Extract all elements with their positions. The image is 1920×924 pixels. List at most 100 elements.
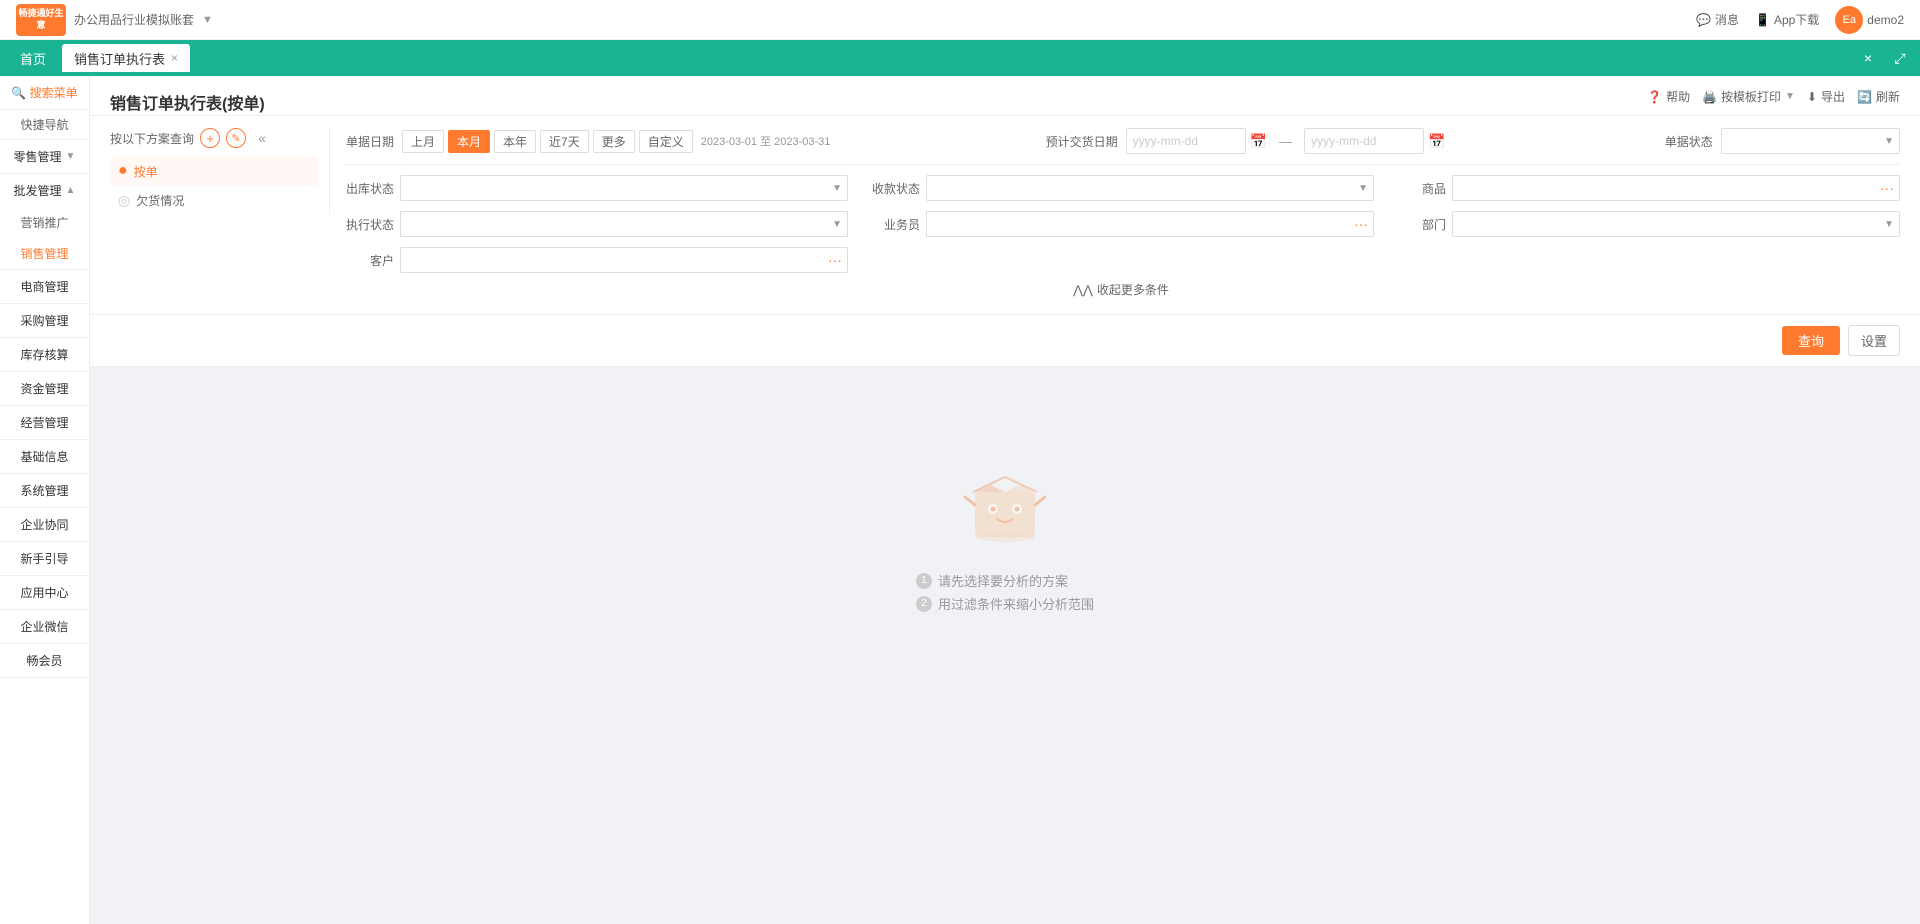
logo[interactable]: 畅捷通好生意 <box>16 4 66 36</box>
wholesale-arrow-icon: ▲ <box>66 185 76 196</box>
sidebar-section-inventory: 库存核算 <box>0 338 89 372</box>
export-button[interactable]: ⬇ 导出 <box>1807 88 1845 105</box>
salesperson-input-wrap: ··· <box>926 211 1374 237</box>
retail-arrow-icon: ▼ <box>66 151 76 162</box>
header-right: 💬 消息 📱 App下载 Ea demo2 <box>1696 6 1904 34</box>
expected-date-end-input[interactable] <box>1304 128 1424 154</box>
goods-label: 商品 <box>1394 180 1446 197</box>
sidebar-item-appstore[interactable]: 应用中心 <box>0 576 89 609</box>
message-icon: 💬 <box>1696 13 1711 27</box>
sidebar-item-basic[interactable]: 基础信息 <box>0 440 89 473</box>
customer-input[interactable] <box>400 247 848 273</box>
sidebar-item-ecommerce[interactable]: 电商管理 <box>0 270 89 303</box>
collapse-sidebar-button[interactable]: « <box>252 128 272 148</box>
tab-home[interactable]: 首页 <box>8 44 58 72</box>
sidebar-item-system[interactable]: 系统管理 <box>0 474 89 507</box>
customer-label: 客户 <box>342 252 394 269</box>
sidebar-item-finance[interactable]: 资金管理 <box>0 372 89 405</box>
date-btn-last-month[interactable]: 上月 <box>402 130 444 153</box>
date-btn-more[interactable]: 更多 <box>593 130 635 153</box>
goods-input[interactable] <box>1452 175 1900 201</box>
customer-more-icon[interactable]: ··· <box>828 252 842 268</box>
department-wrap: ▼ <box>1452 211 1900 237</box>
search-button[interactable]: 查询 <box>1782 326 1840 355</box>
empty-tips: 1 请先选择要分析的方案 2 用过滤条件来缩小分析范围 <box>916 567 1094 617</box>
sidebar-section-retail-header[interactable]: 零售管理 ▼ <box>0 140 89 173</box>
filter-goods: 商品 ··· <box>1394 175 1900 201</box>
sidebar-item-wechat[interactable]: 企业微信 <box>0 610 89 643</box>
filter-payment-status: 收款状态 ▼ <box>868 175 1374 201</box>
expected-date-start-input[interactable] <box>1126 128 1246 154</box>
setting-button[interactable]: 设置 <box>1848 325 1900 356</box>
refresh-icon: 🔄 <box>1857 90 1872 104</box>
sidebar-item-quick-nav[interactable]: 快捷导航 <box>0 110 89 140</box>
page-actions: ❓ 帮助 🖨️ 按模板打印 ▼ ⬇ 导出 🔄 刷新 <box>1647 88 1900 115</box>
sidebar-section-wholesale-header[interactable]: 批发管理 ▲ <box>0 174 89 207</box>
tab-sales-order[interactable]: 销售订单执行表 × <box>62 44 190 72</box>
sidebar-item-newbie[interactable]: 新手引导 <box>0 542 89 575</box>
sidebar-section-newbie: 新手引导 <box>0 542 89 576</box>
sidebar-search[interactable]: 🔍 搜索菜单 <box>0 76 89 110</box>
filter-grid: 出库状态 ▼ 收款状态 <box>342 175 1900 273</box>
expected-date-start-group: 📅 <box>1126 128 1267 154</box>
sidebar-section-retail: 零售管理 ▼ <box>0 140 89 174</box>
add-scheme-button[interactable]: + <box>200 128 220 148</box>
sidebar-item-inventory[interactable]: 库存核算 <box>0 338 89 371</box>
message-button[interactable]: 💬 消息 <box>1696 11 1739 28</box>
status-select[interactable] <box>1721 128 1900 154</box>
search-icon: 🔍 <box>11 86 26 100</box>
exec-status-label: 执行状态 <box>342 216 394 233</box>
scheme-item-欠货情况[interactable]: ◎ 欠货情况 <box>110 186 317 215</box>
sidebar-item-enterprise[interactable]: 企业协同 <box>0 508 89 541</box>
tab-close-icon[interactable]: × <box>171 51 178 65</box>
date-btn-current-year[interactable]: 本年 <box>494 130 536 153</box>
salesperson-more-icon[interactable]: ··· <box>1354 216 1368 232</box>
date-btn-custom[interactable]: 自定义 <box>639 130 693 153</box>
help-button[interactable]: ❓ 帮助 <box>1647 88 1690 105</box>
sidebar-section-appstore: 应用中心 <box>0 576 89 610</box>
sidebar-section-basic: 基础信息 <box>0 440 89 474</box>
payment-status-select[interactable] <box>926 175 1374 201</box>
delivery-status-wrap: ▼ <box>400 175 848 201</box>
calendar-start-icon[interactable]: 📅 <box>1250 133 1267 150</box>
print-icon: 🖨️ <box>1702 90 1717 104</box>
sidebar-item-marketing[interactable]: 营销推广 <box>0 207 89 238</box>
delivery-status-label: 出库状态 <box>342 180 394 197</box>
sidebar-section-purchase: 采购管理 <box>0 304 89 338</box>
edit-scheme-button[interactable]: ✎ <box>226 128 246 148</box>
sidebar-section-member: 畅会员 <box>0 644 89 678</box>
salesperson-input[interactable] <box>926 211 1374 237</box>
top-header: 畅捷通好生意 办公用品行业模拟账套 ▼ 💬 消息 📱 App下载 Ea demo… <box>0 0 1920 40</box>
user-menu[interactable]: Ea demo2 <box>1835 6 1904 34</box>
header-title-arrow[interactable]: ▼ <box>202 14 213 26</box>
sidebar-item-sales[interactable]: 销售管理 <box>0 238 89 269</box>
sidebar-section-system: 系统管理 <box>0 474 89 508</box>
filter-customer: 客户 ··· <box>342 247 848 273</box>
filter-panel: 按以下方案查询 + ✎ « ● 按单 ◎ 欠货情况 单据日期 <box>90 116 1920 315</box>
page-title: 销售订单执行表(按单) <box>110 90 265 114</box>
sidebar-item-purchase[interactable]: 采购管理 <box>0 304 89 337</box>
sidebar-item-operation[interactable]: 经营管理 <box>0 406 89 439</box>
calendar-end-icon[interactable]: 📅 <box>1428 133 1445 150</box>
exec-status-select[interactable] <box>400 211 848 237</box>
delivery-status-select[interactable] <box>400 175 848 201</box>
expected-date-end-group: 📅 <box>1304 128 1445 154</box>
goods-more-icon[interactable]: ··· <box>1880 180 1894 196</box>
date-btn-current-month[interactable]: 本月 <box>448 130 490 153</box>
scheme-item-按单[interactable]: ● 按单 <box>110 156 317 186</box>
sidebar-section-wholesale: 批发管理 ▲ 营销推广 销售管理 <box>0 174 89 270</box>
empty-state: 1 请先选择要分析的方案 2 用过滤条件来缩小分析范围 <box>90 367 1920 697</box>
tab-bar-expand-button[interactable]: ⤢ <box>1888 46 1912 70</box>
collapse-more-button[interactable]: ⋀⋀ 收起更多条件 <box>342 273 1900 302</box>
status-label: 单据状态 <box>1661 133 1713 150</box>
app-download-button[interactable]: 📱 App下载 <box>1755 11 1819 28</box>
department-select[interactable] <box>1452 211 1900 237</box>
sidebar-item-member[interactable]: 畅会员 <box>0 644 89 677</box>
refresh-button[interactable]: 🔄 刷新 <box>1857 88 1900 105</box>
tab-bar-close-button[interactable]: × <box>1856 46 1880 70</box>
scheme-inactive-icon: ◎ <box>118 192 130 209</box>
date-btn-last7[interactable]: 近7天 <box>540 130 589 153</box>
sidebar-section-enterprise: 企业协同 <box>0 508 89 542</box>
filter-scheme-title: 按以下方案查询 + ✎ « <box>110 128 317 148</box>
print-button[interactable]: 🖨️ 按模板打印 ▼ <box>1702 88 1795 105</box>
